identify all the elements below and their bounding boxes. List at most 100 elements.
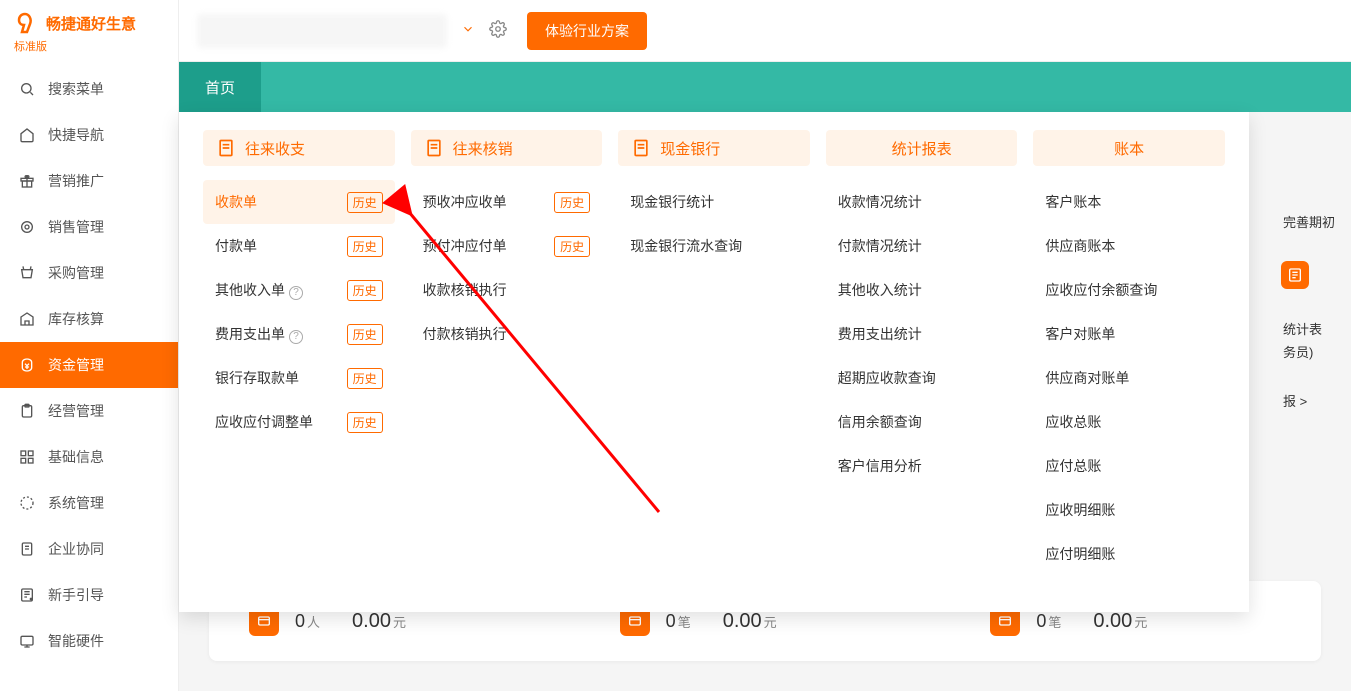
- sidebar-item-10[interactable]: 企业协同: [0, 526, 178, 572]
- flyout-item-3-2[interactable]: 其他收入统计: [826, 268, 1018, 312]
- sidebar-item-label: 系统管理: [48, 493, 104, 513]
- flyout-item-label: 其他收入单?: [215, 280, 303, 300]
- flyout-item-label: 应收总账: [1045, 412, 1101, 432]
- history-badge[interactable]: 历史: [347, 236, 383, 257]
- flyout-item-4-3[interactable]: 客户对账单: [1033, 312, 1225, 356]
- flyout-item-2-0[interactable]: 现金银行统计: [618, 180, 810, 224]
- flyout-col-title: 现金银行: [660, 138, 720, 159]
- funds-flyout: 往来收支收款单历史付款单历史其他收入单?历史费用支出单?历史银行存取款单历史应收…: [179, 112, 1249, 612]
- search-icon: [18, 80, 36, 98]
- sidebar-item-8[interactable]: 基础信息: [0, 434, 178, 480]
- right-text-2[interactable]: 务员): [1281, 342, 1351, 361]
- tab-home[interactable]: 首页: [179, 62, 261, 112]
- gear-icon[interactable]: [489, 20, 507, 41]
- flyout-col-head: 往来收支: [203, 130, 395, 166]
- help-icon[interactable]: ?: [289, 286, 303, 300]
- clipboard-icon: [18, 402, 36, 420]
- flyout-item-label: 现金银行统计: [630, 192, 714, 212]
- report-icon: [1281, 261, 1309, 289]
- sidebar-item-9[interactable]: 系统管理: [0, 480, 178, 526]
- right-icon-row[interactable]: [1281, 261, 1351, 289]
- history-badge[interactable]: 历史: [554, 192, 590, 213]
- sidebar-item-6[interactable]: 资金管理: [0, 342, 178, 388]
- flyout-item-label: 客户信用分析: [838, 456, 922, 476]
- tabs-bar: 首页: [179, 62, 1351, 112]
- flyout-item-4-0[interactable]: 客户账本: [1033, 180, 1225, 224]
- flyout-item-1-3[interactable]: 付款核销执行: [411, 312, 603, 356]
- flyout-col-1: 往来核销预收冲应收单历史预付冲应付单历史收款核销执行付款核销执行: [403, 130, 611, 576]
- flyout-item-4-5[interactable]: 应收总账: [1033, 400, 1225, 444]
- flyout-item-3-5[interactable]: 信用余额查询: [826, 400, 1018, 444]
- flyout-item-3-4[interactable]: 超期应收款查询: [826, 356, 1018, 400]
- stat-unit: 笔: [678, 615, 691, 630]
- stat-unit: 笔: [1048, 615, 1061, 630]
- sidebar-item-0[interactable]: 搜索菜单: [0, 66, 178, 112]
- stat-currency: 元: [1134, 615, 1147, 630]
- flyout-item-4-4[interactable]: 供应商对账单: [1033, 356, 1225, 400]
- history-badge[interactable]: 历史: [347, 192, 383, 213]
- flyout-item-0-3[interactable]: 费用支出单?历史: [203, 312, 395, 356]
- flyout-item-label: 客户账本: [1045, 192, 1101, 212]
- sidebar-item-1[interactable]: 快捷导航: [0, 112, 178, 158]
- flyout-item-1-1[interactable]: 预付冲应付单历史: [411, 224, 603, 268]
- flyout-item-label: 预收冲应收单: [423, 192, 507, 212]
- right-text-0[interactable]: 完善期初: [1281, 212, 1351, 231]
- chevron-down-icon[interactable]: [461, 22, 475, 39]
- flyout-item-4-8[interactable]: 应付明细账: [1033, 532, 1225, 576]
- sidebar-item-label: 快捷导航: [48, 125, 104, 145]
- flyout-item-label: 付款情况统计: [838, 236, 922, 256]
- sidebar-item-11[interactable]: 新手引导: [0, 572, 178, 618]
- flyout-item-4-6[interactable]: 应付总账: [1033, 444, 1225, 488]
- sidebar-item-5[interactable]: 库存核算: [0, 296, 178, 342]
- flyout-item-label: 收款单: [215, 192, 257, 212]
- sidebar-item-7[interactable]: 经营管理: [0, 388, 178, 434]
- flyout-item-0-0[interactable]: 收款单 历史: [203, 180, 395, 224]
- right-text-1[interactable]: 统计表: [1281, 319, 1351, 338]
- flyout-item-4-2[interactable]: 应收应付余额查询: [1033, 268, 1225, 312]
- flyout-item-0-2[interactable]: 其他收入单? 历史: [203, 268, 395, 312]
- flyout-item-3-6[interactable]: 客户信用分析: [826, 444, 1018, 488]
- help-icon[interactable]: ?: [289, 330, 303, 344]
- solution-button[interactable]: 体验行业方案: [527, 12, 647, 50]
- stat-count: 0: [295, 611, 305, 631]
- doc-icon: [630, 137, 652, 159]
- history-badge[interactable]: 历史: [347, 412, 383, 433]
- sidebar-item-3[interactable]: 销售管理: [0, 204, 178, 250]
- flyout-item-4-1[interactable]: 供应商账本: [1033, 224, 1225, 268]
- history-badge[interactable]: 历史: [554, 236, 590, 257]
- money-icon: [18, 356, 36, 374]
- guide-icon: [18, 586, 36, 604]
- setting-icon: [18, 218, 36, 236]
- history-badge[interactable]: 历史: [347, 280, 383, 301]
- flyout-item-label: 付款单: [215, 236, 257, 256]
- logo-icon: [14, 10, 40, 36]
- flyout-item-2-1[interactable]: 现金银行流水查询: [618, 224, 810, 268]
- flyout-item-1-2[interactable]: 收款核销执行: [411, 268, 603, 312]
- flyout-col-2: 现金银行现金银行统计现金银行流水查询: [610, 130, 818, 576]
- sidebar-item-label: 采购管理: [48, 263, 104, 283]
- stat-currency: 元: [393, 615, 406, 630]
- flyout-item-0-4[interactable]: 银行存取款单 历史: [203, 356, 395, 400]
- sidebar-item-2[interactable]: 营销推广: [0, 158, 178, 204]
- sidebar-item-4[interactable]: 采购管理: [0, 250, 178, 296]
- doc-icon: [215, 137, 237, 159]
- flyout-item-1-0[interactable]: 预收冲应收单 历史: [411, 180, 603, 224]
- right-text-3[interactable]: 报 >: [1281, 391, 1351, 410]
- flyout-item-0-5[interactable]: 应收应付调整单历史: [203, 400, 395, 444]
- brand-sub: 标准版: [14, 38, 164, 54]
- history-badge[interactable]: 历史: [347, 368, 383, 389]
- history-badge[interactable]: 历史: [347, 324, 383, 345]
- flyout-item-3-1[interactable]: 付款情况统计: [826, 224, 1018, 268]
- flyout-item-4-7[interactable]: 应收明细账: [1033, 488, 1225, 532]
- flyout-item-3-0[interactable]: 收款情况统计: [826, 180, 1018, 224]
- flyout-item-label: 银行存取款单: [215, 368, 299, 388]
- home-icon: [18, 126, 36, 144]
- flyout-item-0-1[interactable]: 付款单 历史: [203, 224, 395, 268]
- flyout-item-label: 费用支出统计: [838, 324, 922, 344]
- sidebar-item-12[interactable]: 智能硬件: [0, 618, 178, 664]
- sidebar-item-label: 经营管理: [48, 401, 104, 421]
- stat-amount: 0.00: [723, 610, 762, 632]
- flyout-item-3-3[interactable]: 费用支出统计: [826, 312, 1018, 356]
- flyout-item-label: 信用余额查询: [838, 412, 922, 432]
- company-selector[interactable]: [197, 14, 447, 48]
